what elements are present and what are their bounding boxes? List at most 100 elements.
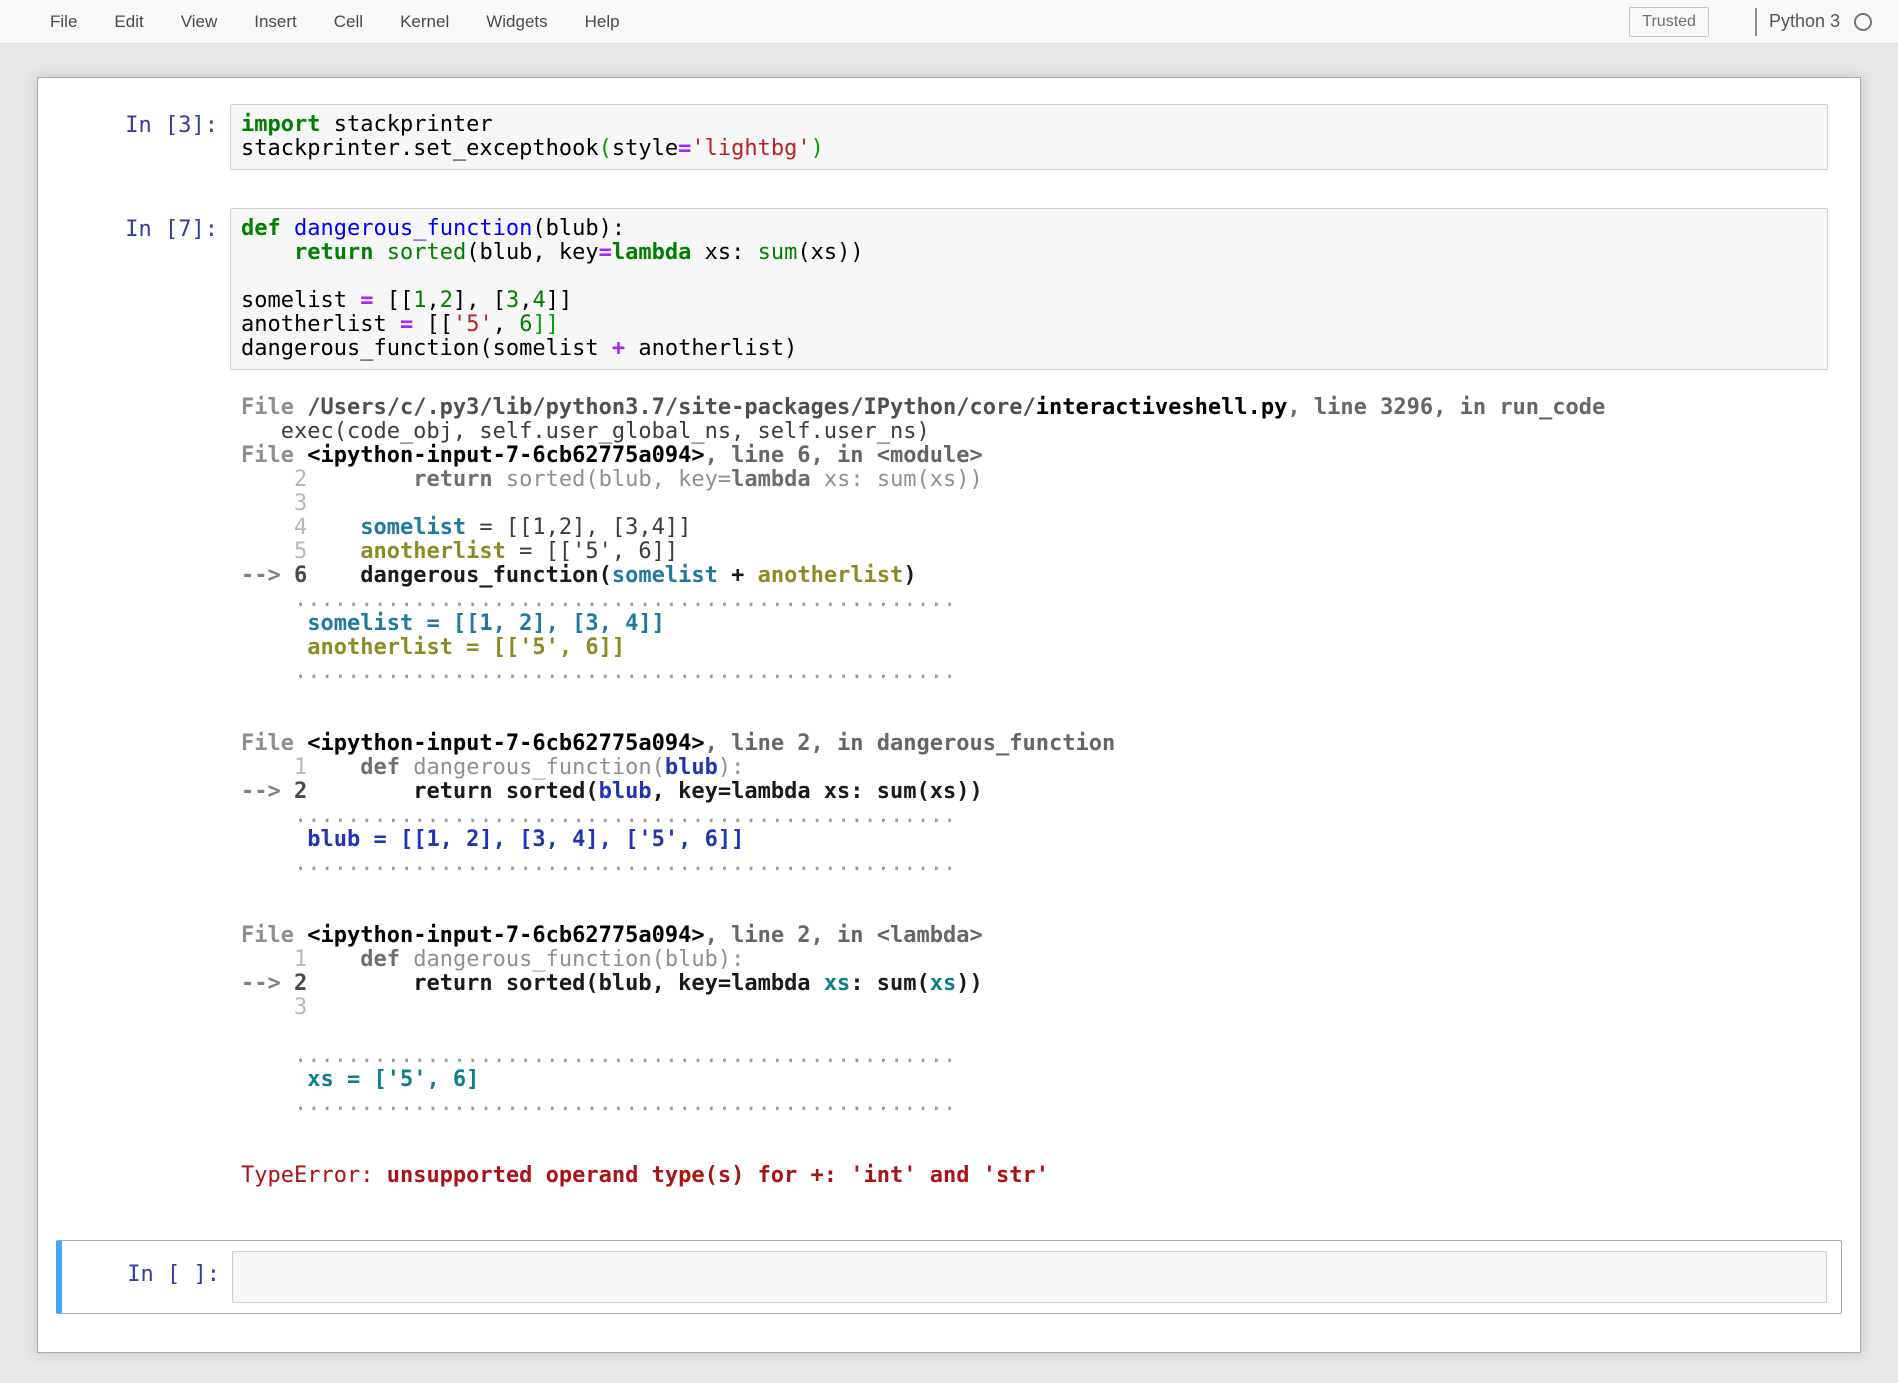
output-line: --> 2 return sorted(blub, key=lambda xs:…: [241, 780, 1828, 804]
code-token: =: [360, 288, 374, 313]
code-token: dangerous_function(: [399, 755, 665, 780]
code-token: [[: [413, 312, 453, 337]
output-line: File <ipython-input-7-6cb62775a094>, lin…: [241, 732, 1828, 756]
code-token: sorted(blub, key=: [492, 467, 732, 492]
code-token: , key=lambda xs: sum(xs)): [651, 779, 983, 804]
menu-item-insert[interactable]: Insert: [254, 12, 297, 32]
output-line: TypeError: unsupported operand type(s) f…: [241, 1164, 1828, 1188]
code-token: 3: [505, 288, 520, 313]
code-token: +: [611, 336, 626, 361]
menu-item-file[interactable]: File: [50, 12, 77, 32]
code-token: = [[1,2], [3,4]]: [466, 515, 692, 540]
code-token: def: [360, 947, 400, 972]
trusted-button[interactable]: Trusted: [1629, 6, 1709, 37]
cell-1[interactable]: In [7]: def dangerous_function(blub): ret…: [38, 200, 1860, 1196]
code-token: xs: [929, 971, 957, 996]
code-token: 4: [241, 515, 308, 540]
menu-items: File Edit View Insert Cell Kernel Widgets Help: [50, 12, 1629, 32]
code-input[interactable]: import stackprinter stackprinter.set_exce…: [230, 104, 1828, 170]
code-token: 1: [241, 755, 308, 780]
output-line: ........................................…: [241, 1044, 1828, 1068]
code-token: dangerous_function(somelist: [241, 336, 612, 361]
code-token: 2: [439, 288, 453, 313]
menu-item-cell[interactable]: Cell: [334, 12, 363, 32]
code-line: stackprinter.set_excepthook(style='light…: [241, 137, 1817, 161]
menu-item-widgets[interactable]: Widgets: [486, 12, 547, 32]
output-line: File /Users/c/.py3/lib/python3.7/site-pa…: [241, 396, 1828, 420]
code-token: 1: [413, 288, 427, 313]
code-token: 3: [241, 995, 308, 1020]
code-token: (: [598, 136, 612, 161]
code-token: (xs)): [797, 240, 864, 265]
kernel-separator: [1754, 7, 1757, 36]
code-token: 'lightbg': [691, 136, 811, 161]
code-line: dangerous_function(somelist + anotherlis…: [241, 337, 1817, 361]
code-token: ):: [717, 755, 745, 780]
menu-bar: File Edit View Insert Cell Kernel Widgets Help …: [0, 0, 1898, 44]
menu-item-kernel[interactable]: Kernel: [400, 12, 449, 32]
code-token: =: [678, 136, 692, 161]
output-line: 1 def dangerous_function(blub):: [241, 948, 1828, 972]
code-token: 6: [293, 563, 308, 588]
code-token: 4: [532, 288, 546, 313]
input-prompt: In [3]:: [125, 113, 218, 138]
menu-item-help[interactable]: Help: [585, 12, 620, 32]
kernel-idle-icon: [1854, 12, 1872, 31]
output-line: --> 2 return sorted(blub, key=lambda xs:…: [241, 972, 1828, 996]
code-input[interactable]: def dangerous_function(blub): return sor…: [230, 208, 1828, 370]
input-row: In [3]: import stackprinter stackprinter.s…: [46, 104, 1828, 170]
menu-item-view[interactable]: View: [181, 12, 218, 32]
output-line: blub = [[1, 2], [3, 4], ['5', 6]]: [241, 828, 1828, 852]
code-token: somelist: [611, 563, 718, 588]
code-token: lambda: [611, 240, 692, 265]
code-token: anotherlist: [360, 539, 506, 564]
cell-0[interactable]: In [3]: import stackprinter stackprinter.s…: [38, 96, 1860, 178]
menu-right: Trusted Python 3: [1629, 6, 1872, 37]
code-token: anotherlist: [241, 312, 400, 337]
code-token: TypeError:: [241, 1163, 387, 1188]
code-token: style: [611, 136, 679, 161]
code-token: ): [810, 136, 824, 161]
code-token: sorted: [386, 240, 467, 265]
output-line: anotherlist = [['5', 6]]: [241, 636, 1828, 660]
code-token: blub: [664, 755, 718, 780]
code-token: ,: [426, 288, 440, 313]
code-token: <ipython-input-7-6cb62775a094>: [307, 923, 705, 948]
selected-cell[interactable]: In [ ]:: [56, 1240, 1842, 1314]
code-token: -->: [241, 971, 294, 996]
code-token: xs: [823, 971, 851, 996]
code-line: import stackprinter: [241, 113, 1817, 137]
code-token: return: [413, 467, 493, 492]
code-input[interactable]: [232, 1251, 1827, 1303]
code-token: somelist = [[1, 2], [3, 4]]: [307, 611, 665, 636]
code-token: 3: [241, 491, 308, 516]
code-token: def: [241, 216, 281, 241]
code-token: <ipython-input-7-6cb62775a094>: [307, 443, 705, 468]
code-token: def: [360, 755, 400, 780]
output-line: xs = ['5', 6]: [241, 1068, 1828, 1092]
code-token: sum: [757, 240, 798, 265]
code-token: [[: [373, 288, 414, 313]
code-token: , line 6, in <module>: [704, 443, 983, 468]
menu-item-edit[interactable]: Edit: [114, 12, 143, 32]
code-token: blub: [598, 779, 652, 804]
input-row: In [7]: def dangerous_function(blub): ret…: [46, 208, 1828, 370]
code-token: ], [: [452, 288, 506, 313]
code-token: return sorted(blub, key=lambda: [413, 971, 824, 996]
code-token: =: [598, 240, 612, 265]
code-line: def dangerous_function(blub):: [241, 217, 1817, 241]
code-token: ........................................…: [241, 659, 957, 684]
code-token: 5: [241, 539, 308, 564]
code-line: return sorted(blub, key=lambda xs: sum(x…: [241, 241, 1817, 265]
